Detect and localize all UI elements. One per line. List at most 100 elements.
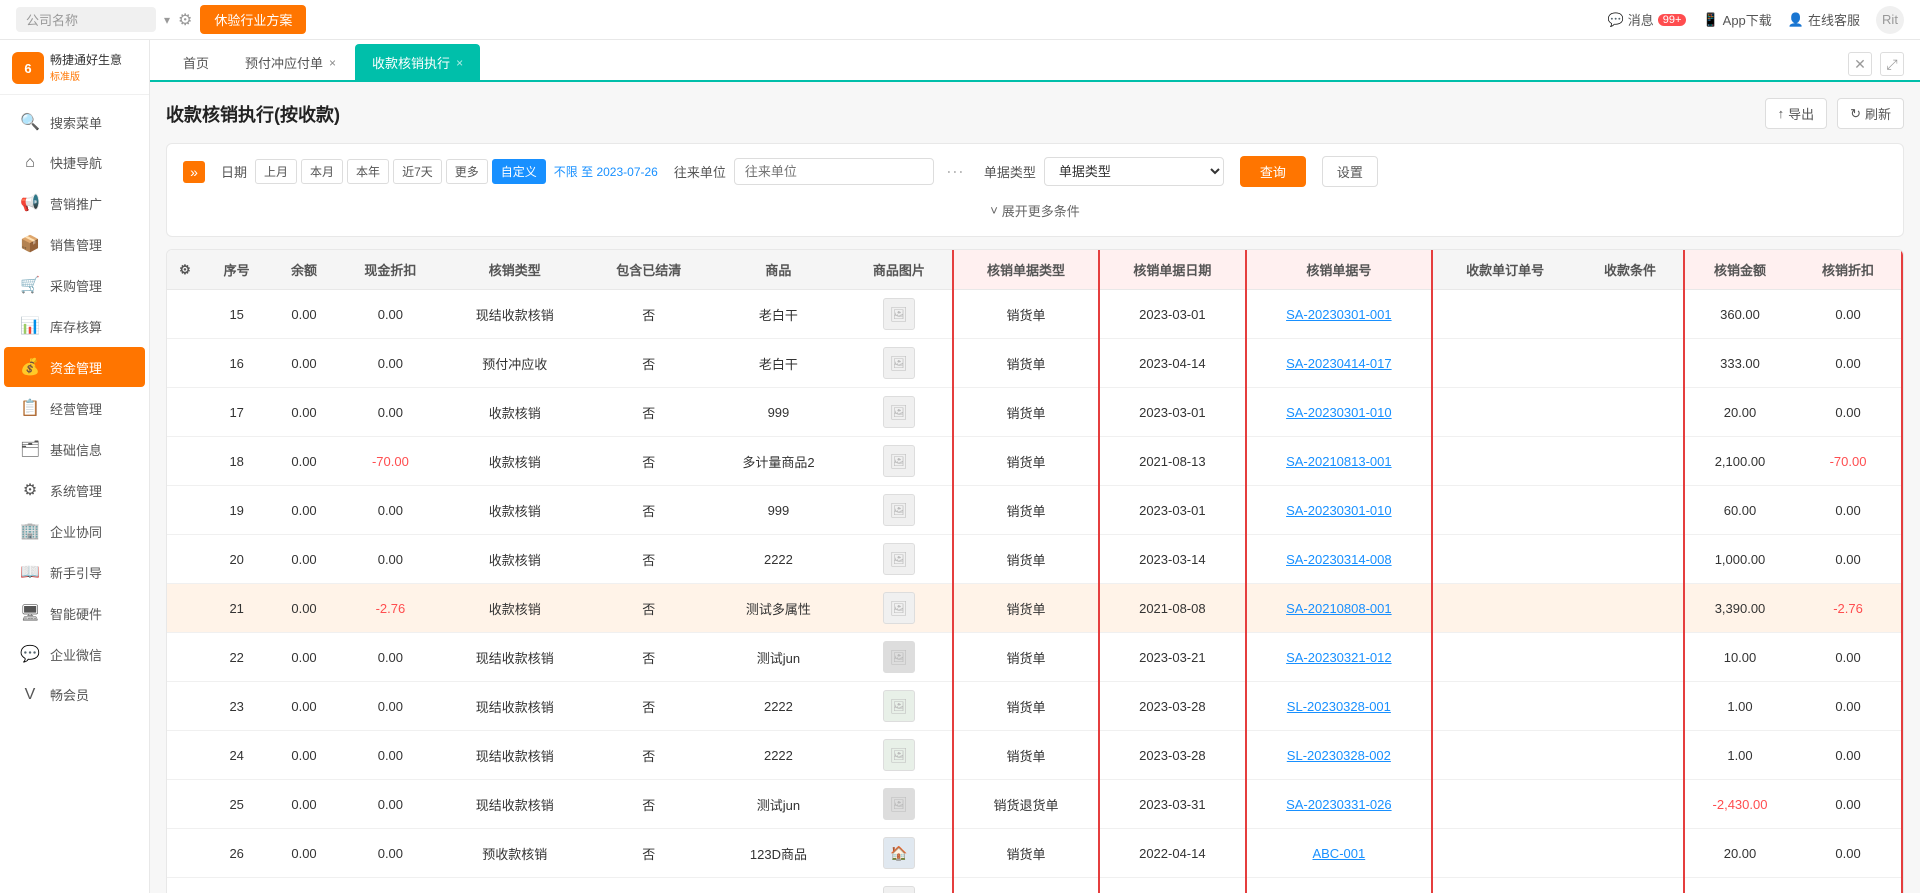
- sidebar-item-basic[interactable]: 🗂基础信息: [4, 429, 145, 469]
- cell-bill-no[interactable]: SA-20210808-001: [1246, 584, 1433, 633]
- industry-btn[interactable]: 休验行业方案: [200, 5, 306, 34]
- cell-seq: 18: [203, 437, 270, 486]
- export-btn[interactable]: ↑ 导出: [1765, 98, 1828, 129]
- counterparty-more-icon[interactable]: ···: [942, 161, 968, 182]
- cell-balance: 0.00: [270, 829, 337, 878]
- more-date-btn[interactable]: 更多: [446, 159, 488, 184]
- cell-receipt-cond: [1577, 486, 1684, 535]
- maximize-btn[interactable]: ⤢: [1880, 52, 1904, 76]
- sidebar: 6 畅捷通好生意 标准版 🔍搜索菜单⌂快捷导航📢营销推广📦销售管理🛒采购管理📊库…: [0, 40, 150, 893]
- cell-bill-no[interactable]: SA-20230414-017: [1246, 339, 1433, 388]
- dropdown-arrow-icon: ▾: [164, 13, 170, 27]
- cell-receipt-order-no: [1432, 339, 1577, 388]
- avatar[interactable]: Rit: [1876, 6, 1904, 34]
- cell-bill-no[interactable]: ABC-001: [1246, 829, 1433, 878]
- cell-included: 否: [587, 780, 711, 829]
- filter-settings-btn[interactable]: 设置: [1322, 156, 1378, 187]
- cell-goods: 123D商品: [711, 829, 846, 878]
- sidebar-item-member[interactable]: V畅会员: [4, 675, 145, 714]
- sidebar-item-business[interactable]: 📋经营管理: [4, 388, 145, 428]
- sidebar-icon-basic: 🗂: [20, 439, 40, 459]
- th-bill-type: 核销单据类型: [953, 250, 1099, 290]
- cell-bill-type: 销货单: [953, 682, 1099, 731]
- cell-cash-discount: 0.00: [338, 486, 443, 535]
- th-goods-img: 商品图片: [846, 250, 953, 290]
- sidebar-item-hardware[interactable]: 🖥智能硬件: [4, 593, 145, 633]
- sidebar-item-finance[interactable]: 💰资金管理: [4, 347, 145, 387]
- sidebar-item-nav[interactable]: ⌂快捷导航: [4, 143, 145, 182]
- cell-bill-type: 销货单: [953, 339, 1099, 388]
- cell-bill-no[interactable]: SA-20230314-008: [1246, 535, 1433, 584]
- cell-bill-no[interactable]: SA-20230331-026: [1246, 780, 1433, 829]
- cell-bill-no[interactable]: SL-20230408-001: [1246, 878, 1433, 893]
- collapse-filter-btn[interactable]: »: [183, 161, 205, 183]
- sidebar-item-wechat[interactable]: 💬企业微信: [4, 634, 145, 674]
- export-icon: ↑: [1778, 106, 1785, 121]
- last-7-days-btn[interactable]: 近7天: [393, 159, 442, 184]
- this-month-btn[interactable]: 本月: [301, 159, 343, 184]
- this-year-btn[interactable]: 本年: [347, 159, 389, 184]
- cell-bill-type: 销货单: [953, 486, 1099, 535]
- query-btn[interactable]: 查询: [1240, 156, 1306, 187]
- sidebar-label-corp: 企业协同: [50, 522, 102, 541]
- sidebar-item-guide[interactable]: 📖新手引导: [4, 552, 145, 592]
- table-row: 19 0.00 0.00 收款核销 否 999 🖼 销货单 2023-03-01…: [167, 486, 1902, 535]
- sidebar-icon-purchase: 🛒: [20, 275, 40, 295]
- tab-write-off[interactable]: 收款核销执行 ×: [355, 44, 480, 80]
- cell-goods: 测试jun: [711, 780, 846, 829]
- tab-prepay[interactable]: 预付冲应付单×: [228, 44, 353, 80]
- cell-receipt-cond: [1577, 535, 1684, 584]
- company-selector[interactable]: 公司名称: [16, 7, 156, 32]
- cell-bill-no[interactable]: SA-20230301-010: [1246, 388, 1433, 437]
- cell-receipt-order-no: [1432, 486, 1577, 535]
- cell-bill-no[interactable]: SL-20230328-002: [1246, 731, 1433, 780]
- cell-receipt-order-no: [1432, 388, 1577, 437]
- sidebar-item-purchase[interactable]: 🛒采购管理: [4, 265, 145, 305]
- cell-write-off-amount: 100.00: [1684, 878, 1795, 893]
- cell-write-off-amount: 1.00: [1684, 731, 1795, 780]
- cell-included: 否: [587, 388, 711, 437]
- counterparty-input[interactable]: [734, 158, 934, 185]
- cell-receipt-order-no: [1432, 780, 1577, 829]
- sidebar-item-marketing[interactable]: 📢营销推广: [4, 183, 145, 223]
- tab-label-write-off: 收款核销执行: [372, 53, 450, 72]
- cell-bill-no[interactable]: SL-20230328-001: [1246, 682, 1433, 731]
- settings-gear-icon[interactable]: ⚙: [178, 10, 192, 30]
- refresh-icon: ↻: [1850, 106, 1861, 122]
- tab-close-prepay[interactable]: ×: [329, 56, 336, 70]
- sidebar-item-corp[interactable]: 🏢企业协同: [4, 511, 145, 551]
- app-download-btn[interactable]: 📱 App下载: [1702, 10, 1771, 29]
- cell-receipt-cond: [1577, 339, 1684, 388]
- cell-bill-no[interactable]: SA-20230301-010: [1246, 486, 1433, 535]
- message-badge: 99+: [1658, 14, 1687, 26]
- cell-bill-no[interactable]: SA-20230301-001: [1246, 290, 1433, 339]
- table-row: 21 0.00 -2.76 收款核销 否 测试多属性 🖼 销货单 2021-08…: [167, 584, 1902, 633]
- online-service-btn[interactable]: 👤 在线客服: [1788, 10, 1860, 29]
- app-icon: 📱: [1702, 12, 1718, 28]
- sidebar-label-nav: 快捷导航: [50, 153, 102, 172]
- expand-conditions-btn[interactable]: ˅ 展开更多条件: [990, 197, 1080, 224]
- table-header: ⚙ 序号 余额 现金折扣 核销类型 包含已结清 商品 商品图片 核销单据类型 核…: [167, 250, 1902, 290]
- message-btn[interactable]: 💬 消息 99+: [1608, 10, 1687, 29]
- sidebar-item-inventory[interactable]: 📊库存核算: [4, 306, 145, 346]
- th-gear[interactable]: ⚙: [167, 250, 203, 290]
- sidebar-item-sales[interactable]: 📦销售管理: [4, 224, 145, 264]
- cell-seq: 19: [203, 486, 270, 535]
- refresh-btn[interactable]: ↻ 刷新: [1837, 98, 1904, 129]
- tab-home[interactable]: 首页: [166, 44, 226, 80]
- close-window-btn[interactable]: ✕: [1848, 52, 1872, 76]
- cell-bill-date: 2023-03-01: [1099, 290, 1245, 339]
- sidebar-item-search[interactable]: 🔍搜索菜单: [4, 102, 145, 142]
- receipt-type-select[interactable]: 单据类型: [1044, 157, 1224, 186]
- cell-bill-no[interactable]: SA-20230321-012: [1246, 633, 1433, 682]
- custom-date-btn[interactable]: 自定义: [492, 159, 546, 184]
- cell-goods: 衣服00001: [711, 878, 846, 893]
- cell-receipt-order-no: [1432, 878, 1577, 893]
- cell-bill-no[interactable]: SA-20210813-001: [1246, 437, 1433, 486]
- tab-close-write-off[interactable]: ×: [456, 56, 463, 70]
- sidebar-label-wechat: 企业微信: [50, 645, 102, 664]
- sidebar-item-system[interactable]: ⚙系统管理: [4, 470, 145, 510]
- last-month-btn[interactable]: 上月: [255, 159, 297, 184]
- tab-label-home: 首页: [183, 53, 209, 72]
- cell-write-off-type: 现结收款核销: [443, 682, 586, 731]
